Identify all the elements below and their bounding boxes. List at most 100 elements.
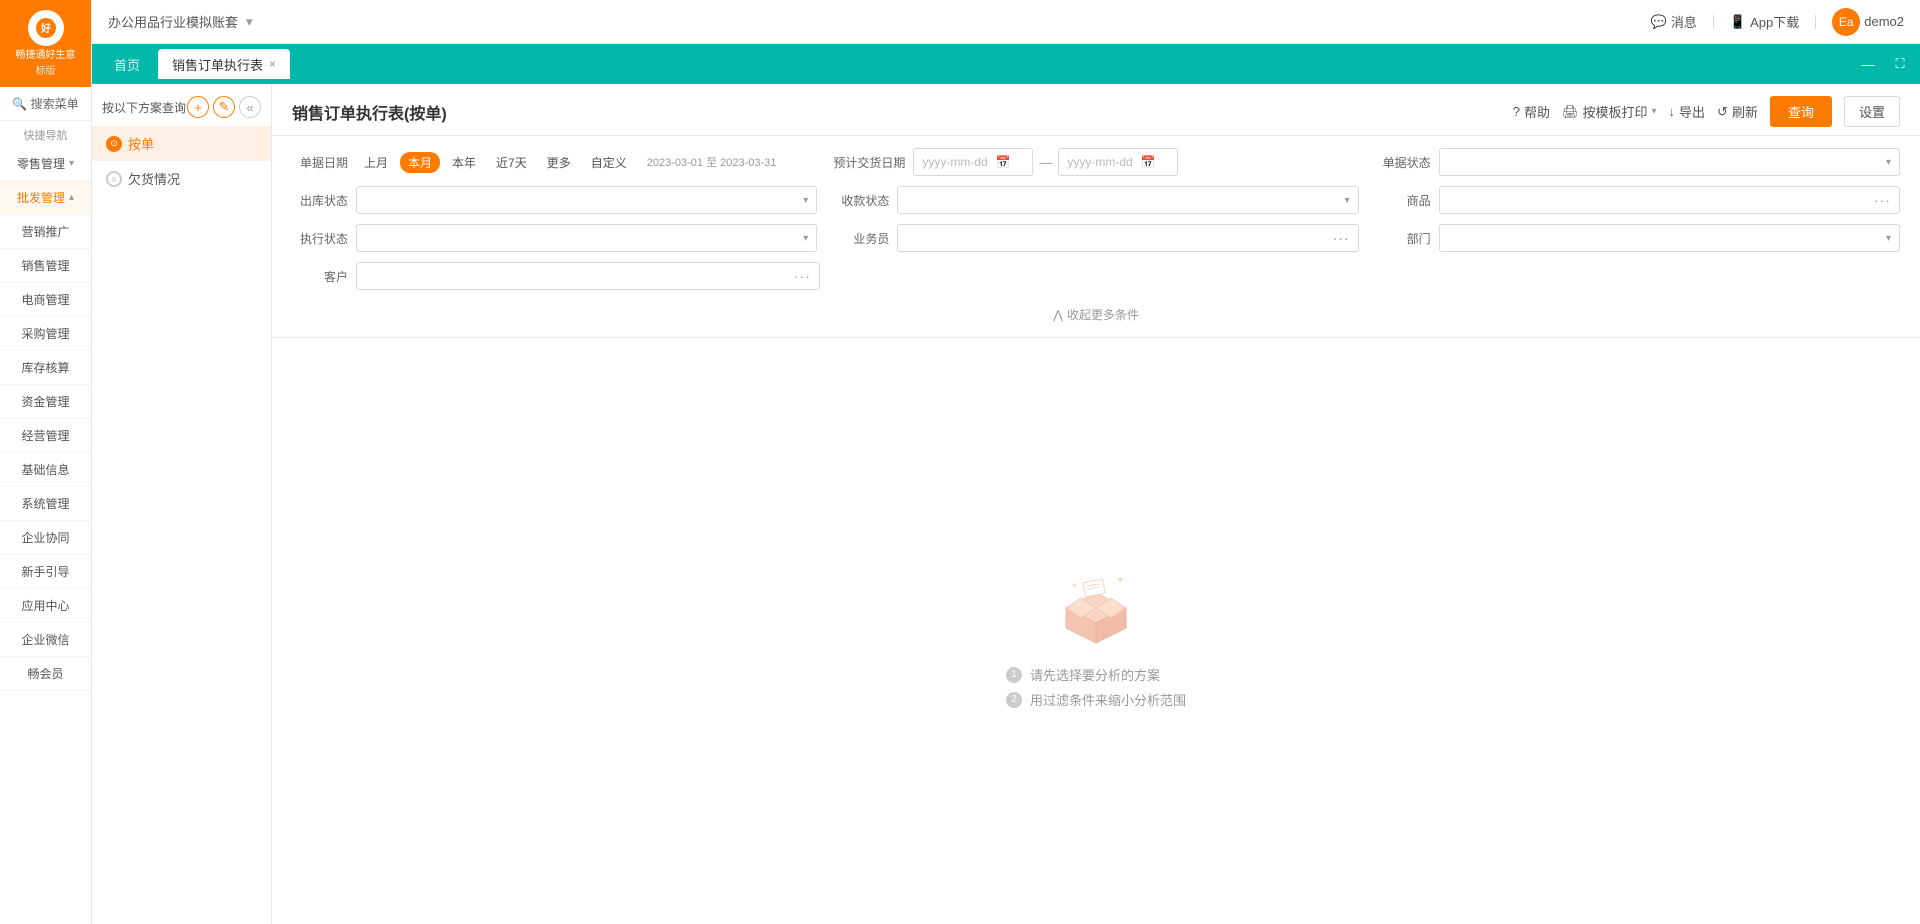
print-btn[interactable]: 🖨 按模板打印 ▾ (1562, 102, 1657, 121)
filter-cell-dept: 部门 ▾ (1375, 224, 1900, 252)
sidebar-item-appstore[interactable]: 应用中心 (0, 589, 91, 623)
sidebar-item-finance[interactable]: 资金管理 (0, 385, 91, 419)
help-label: 帮助 (1524, 102, 1550, 121)
shortcut-7days[interactable]: 近7天 (488, 152, 535, 173)
chevron-down-icon: ▾ (69, 158, 74, 169)
breadcrumb: 办公用品行业模拟账套 (108, 12, 238, 31)
left-panel-title: 按以下方案查询 (102, 99, 186, 116)
logo[interactable]: 好 畅捷通好生意 标版 (0, 0, 91, 87)
sidebar-item-inventory[interactable]: 库存核算 (0, 351, 91, 385)
date-range-text: 2023-03-01 至 2023-03-31 (647, 154, 777, 170)
filter-area: 单据日期 上月 本月 本年 近7天 更多 自定义 2023-03-01 至 20… (272, 136, 1920, 338)
shortcut-more[interactable]: 更多 (539, 152, 579, 173)
query-btn[interactable]: 查询 (1770, 96, 1832, 127)
date-separator: — (1039, 155, 1052, 170)
tab-maximize-btn[interactable]: ⛶ (1888, 52, 1912, 76)
maximize-icon: ⛶ (1895, 56, 1904, 72)
sidebar-item-wholesale[interactable]: 批发管理 ▴ (0, 181, 91, 215)
expected-date-start[interactable]: yyyy-mm-dd 📅 (913, 148, 1033, 176)
sidebar-item-enterprise[interactable]: 企业协同 (0, 521, 91, 555)
svg-text:✦: ✦ (1071, 581, 1078, 590)
sidebar-item-purchase[interactable]: 采购管理 (0, 317, 91, 351)
shortcut-this-year[interactable]: 本年 (444, 152, 484, 173)
sidebar-item-operation[interactable]: 经营管理 (0, 419, 91, 453)
tip-num-1: 1 (1006, 667, 1022, 683)
settings-btn[interactable]: 设置 (1844, 96, 1900, 127)
tab-sales-order[interactable]: 销售订单执行表 × (158, 49, 290, 79)
filter-cell-date: 单据日期 上月 本月 本年 近7天 更多 自定义 2023-03-01 至 20… (292, 152, 817, 173)
sidebar-item-retail[interactable]: 零售管理 ▾ (0, 147, 91, 181)
tab-sales-order-label: 销售订单执行表 (172, 55, 263, 74)
scheme-item-order[interactable]: ⊙ 按单 (92, 126, 271, 161)
inactive-dot: ○ (106, 171, 122, 187)
tab-close-btn[interactable]: × (269, 57, 276, 71)
empty-tips: 1 请先选择要分析的方案 2 用过滤条件来缩小分析范围 (1006, 665, 1186, 709)
out-status-select[interactable]: ▾ (356, 186, 817, 214)
shortcut-custom[interactable]: 自定义 (583, 152, 635, 173)
avatar: Ea (1832, 8, 1860, 36)
expected-date-end[interactable]: yyyy-mm-dd 📅 (1058, 148, 1178, 176)
minimize-icon: — (1862, 57, 1875, 72)
export-btn[interactable]: ↓ 导出 (1669, 102, 1706, 121)
sidebar-item-system[interactable]: 系统管理 (0, 487, 91, 521)
more-icon: ··· (1874, 192, 1891, 208)
salesman-input[interactable]: ··· (897, 224, 1358, 252)
refresh-label: 刷新 (1732, 102, 1758, 121)
sidebar-item-guide[interactable]: 新手引导 (0, 555, 91, 589)
chevron-down-icon: ▾ (1886, 233, 1891, 244)
sidebar-item-marketing[interactable]: 营销推广 (0, 215, 91, 249)
edit-icon: ✎ (219, 99, 230, 115)
sidebar-item-sales[interactable]: 销售管理 (0, 249, 91, 283)
tab-home-label: 首页 (114, 55, 140, 74)
sidebar: 好 畅捷通好生意 标版 🔍 搜索菜单 快捷导航 零售管理 ▾ 批发管理 ▴ 营销… (0, 0, 92, 924)
sidebar-item-ecommerce[interactable]: 电商管理 (0, 283, 91, 317)
empty-tip-1: 1 请先选择要分析的方案 (1006, 665, 1186, 684)
sidebar-item-label: 营销推广 (21, 223, 69, 240)
shortcut-this-month[interactable]: 本月 (400, 152, 440, 173)
sidebar-item-basic[interactable]: 基础信息 (0, 453, 91, 487)
tab-home[interactable]: 首页 (100, 49, 154, 79)
tip-num-2: 2 (1006, 692, 1022, 708)
collapse-label: 收起更多条件 (1067, 306, 1139, 323)
dept-select[interactable]: ▾ (1439, 224, 1900, 252)
collapse-filters-btn[interactable]: ⋀ 收起更多条件 (292, 300, 1900, 325)
sidebar-item-member[interactable]: 畅会员 (0, 657, 91, 691)
doc-status-select[interactable]: ▾ (1439, 148, 1900, 176)
page-header: 销售订单执行表(按单) ? 帮助 🖨 按模板打印 ▾ ↓ 导出 (272, 84, 1920, 136)
customer-input[interactable]: ··· (356, 262, 820, 290)
message-btn[interactable]: 💬 消息 (1651, 12, 1697, 31)
chevron-down-icon: ▾ (803, 195, 808, 206)
sidebar-item-wechat[interactable]: 企业微信 (0, 623, 91, 657)
tab-minimize-btn[interactable]: — (1856, 52, 1880, 76)
more-icon: ··· (1333, 230, 1350, 246)
exec-status-select[interactable]: ▾ (356, 224, 817, 252)
goods-input[interactable]: ··· (1439, 186, 1900, 214)
recv-status-select[interactable]: ▾ (897, 186, 1358, 214)
refresh-btn[interactable]: ↺ 刷新 (1717, 102, 1758, 121)
svg-text:✦: ✦ (1116, 575, 1124, 586)
breadcrumb-area: 办公用品行业模拟账套 ▾ (108, 12, 253, 31)
sidebar-item-label: 企业协同 (21, 529, 69, 546)
filter-row-4: 客户 ··· (292, 262, 1900, 290)
sidebar-item-label: 企业微信 (21, 631, 69, 648)
top-header: 办公用品行业模拟账套 ▾ 💬 消息 📱 App下载 Ea demo2 (92, 0, 1920, 44)
tip-text-1: 请先选择要分析的方案 (1030, 665, 1160, 684)
user-menu[interactable]: Ea demo2 (1832, 8, 1904, 36)
collapse-panel-btn[interactable]: « (239, 96, 261, 118)
search-label: 搜索菜单 (31, 97, 79, 111)
sidebar-search[interactable]: 🔍 搜索菜单 (0, 87, 91, 121)
edit-scheme-btn[interactable]: ✎ (213, 96, 235, 118)
add-scheme-btn[interactable]: + (187, 96, 209, 118)
doc-status-label: 单据状态 (1375, 154, 1431, 171)
sidebar-item-label: 应用中心 (21, 597, 69, 614)
help-btn[interactable]: ? 帮助 (1513, 102, 1550, 121)
scheme-item-shortage[interactable]: ○ 欠货情况 (92, 161, 271, 196)
left-panel-header: 按以下方案查询 + ✎ « (92, 96, 271, 126)
username: demo2 (1864, 14, 1904, 29)
app-download-btn[interactable]: 📱 App下载 (1730, 12, 1799, 31)
breadcrumb-arrow[interactable]: ▾ (246, 14, 253, 30)
date-range-picker: yyyy-mm-dd 📅 — yyyy-mm-dd 📅 (913, 148, 1178, 176)
sidebar-item-label: 电商管理 (21, 291, 69, 308)
shortcut-last-month[interactable]: 上月 (356, 152, 396, 173)
sidebar-nav-label[interactable]: 快捷导航 (0, 121, 91, 147)
